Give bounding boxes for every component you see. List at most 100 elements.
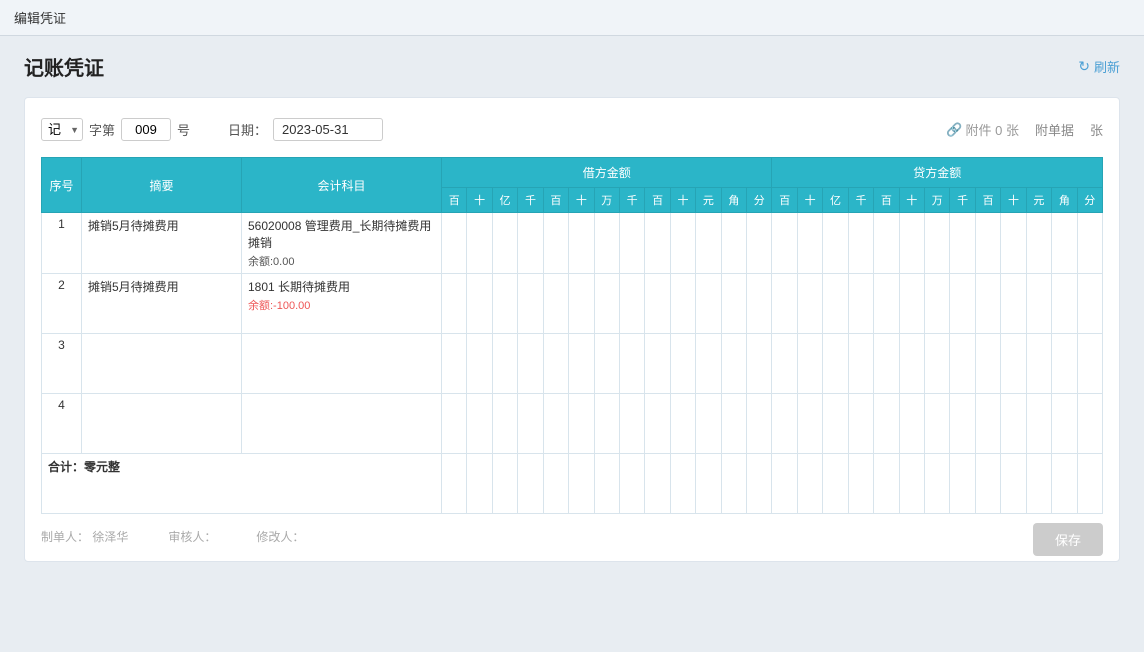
row1-c11[interactable] <box>1026 213 1051 274</box>
row2-d11[interactable] <box>696 274 721 334</box>
debit-digit-6: 十 <box>569 188 594 213</box>
row1-d5[interactable] <box>543 213 568 274</box>
save-button[interactable]: 保存 <box>1033 523 1103 556</box>
row2-d12[interactable] <box>721 274 746 334</box>
row2-d5[interactable] <box>543 274 568 334</box>
row1-d2[interactable] <box>467 213 492 274</box>
row2-c10[interactable] <box>1001 274 1026 334</box>
row2-c7[interactable] <box>925 274 950 334</box>
row1-c8[interactable] <box>950 213 975 274</box>
row4-account[interactable] <box>242 394 442 454</box>
footer-info: 制单人： 徐泽华 审核人： 修改人： <box>41 528 1103 545</box>
col-header-seq: 序号 <box>42 158 82 213</box>
row2-d7[interactable] <box>594 274 619 334</box>
row2-c9[interactable] <box>975 274 1000 334</box>
debit-digit-10: 十 <box>670 188 695 213</box>
row1-d3[interactable] <box>492 213 517 274</box>
creator-label: 制单人： <box>41 530 89 544</box>
ji-field-group: 记 字第 号 <box>41 118 190 141</box>
row2-c11[interactable] <box>1026 274 1051 334</box>
row1-d11[interactable] <box>696 213 721 274</box>
ji-select[interactable]: 记 <box>41 118 83 141</box>
refresh-icon: ↻ <box>1078 58 1090 75</box>
row2-c2[interactable] <box>797 274 822 334</box>
row2-c1[interactable] <box>772 274 797 334</box>
row4-summary[interactable] <box>82 394 242 454</box>
credit-digit-13: 分 <box>1077 188 1102 213</box>
row1-d9[interactable] <box>645 213 670 274</box>
page-title: 记账凭证 <box>24 52 104 81</box>
total-row: 合计：零元整 <box>42 454 1103 514</box>
row1-d8[interactable] <box>619 213 644 274</box>
refresh-label: 刷新 <box>1094 57 1120 76</box>
zi-input[interactable] <box>121 118 171 141</box>
total-label: 合计：零元整 <box>42 454 442 514</box>
table-row: 4 <box>42 394 1103 454</box>
table-scroll-area[interactable]: 序号 摘要 会计科目 借方金额 贷方金额 百 十 亿 千 百 十 万 <box>41 157 1103 514</box>
row1-c13[interactable] <box>1077 213 1102 274</box>
row2-d2[interactable] <box>467 274 492 334</box>
attach-link[interactable]: 🔗 附件 0 张 <box>946 120 1019 139</box>
row1-d10[interactable] <box>670 213 695 274</box>
row2-c12[interactable] <box>1052 274 1077 334</box>
row2-d9[interactable] <box>645 274 670 334</box>
credit-digit-7: 万 <box>925 188 950 213</box>
row1-c9[interactable] <box>975 213 1000 274</box>
row1-account[interactable]: 56020008 管理费用_长期待摊费用摊销 余额:0.00 <box>242 213 442 274</box>
row4-seq: 4 <box>42 394 82 454</box>
col-header-credit: 贷方金额 <box>772 158 1103 188</box>
row1-d13[interactable] <box>747 213 772 274</box>
row1-c7[interactable] <box>925 213 950 274</box>
row2-d4[interactable] <box>518 274 543 334</box>
row2-c3[interactable] <box>823 274 848 334</box>
row2-d13[interactable] <box>747 274 772 334</box>
row3-summary[interactable] <box>82 334 242 394</box>
row1-c5[interactable] <box>874 213 899 274</box>
row1-c10[interactable] <box>1001 213 1026 274</box>
row2-d3[interactable] <box>492 274 517 334</box>
debit-digit-11: 元 <box>696 188 721 213</box>
row2-c4[interactable] <box>848 274 873 334</box>
voucher-header: 记 字第 号 日期： 🔗 附件 0 张 附单据 张 <box>41 118 1103 141</box>
row2-d6[interactable] <box>569 274 594 334</box>
row1-c3[interactable] <box>823 213 848 274</box>
table-row: 1 摊销5月待摊费用 56020008 管理费用_长期待摊费用摊销 余额:0.0… <box>42 213 1103 274</box>
row3-account[interactable] <box>242 334 442 394</box>
debit-digit-2: 十 <box>467 188 492 213</box>
debit-digit-3: 亿 <box>492 188 517 213</box>
credit-digit-6: 十 <box>899 188 924 213</box>
row2-d1[interactable] <box>442 274 467 334</box>
row2-c13[interactable] <box>1077 274 1102 334</box>
refresh-button[interactable]: ↻ 刷新 <box>1078 57 1120 76</box>
row1-d6[interactable] <box>569 213 594 274</box>
row2-summary[interactable]: 摊销5月待摊费用 <box>82 274 242 334</box>
row3-seq: 3 <box>42 334 82 394</box>
debit-digit-12: 角 <box>721 188 746 213</box>
row2-c8[interactable] <box>950 274 975 334</box>
row1-summary[interactable]: 摊销5月待摊费用 <box>82 213 242 274</box>
row1-c4[interactable] <box>848 213 873 274</box>
row1-c2[interactable] <box>797 213 822 274</box>
row1-d4[interactable] <box>518 213 543 274</box>
row2-c6[interactable] <box>899 274 924 334</box>
table-row: 2 摊销5月待摊费用 1801 长期待摊费用 余额:-100.00 <box>42 274 1103 334</box>
row1-c1[interactable] <box>772 213 797 274</box>
row2-d10[interactable] <box>670 274 695 334</box>
row2-c5[interactable] <box>874 274 899 334</box>
date-input[interactable] <box>273 118 383 141</box>
row2-balance: 余额:-100.00 <box>248 297 435 313</box>
row1-d7[interactable] <box>594 213 619 274</box>
row1-c12[interactable] <box>1052 213 1077 274</box>
window-titlebar: 编辑凭证 <box>0 0 1144 36</box>
row1-d12[interactable] <box>721 213 746 274</box>
debit-digit-1: 百 <box>442 188 467 213</box>
date-field-group: 日期： <box>228 118 383 141</box>
auditor-label: 审核人： <box>168 530 216 544</box>
row1-c6[interactable] <box>899 213 924 274</box>
row2-account[interactable]: 1801 长期待摊费用 余额:-100.00 <box>242 274 442 334</box>
voucher-table: 序号 摘要 会计科目 借方金额 贷方金额 百 十 亿 千 百 十 万 <box>41 157 1103 514</box>
debit-digit-8: 千 <box>619 188 644 213</box>
row1-d1[interactable] <box>442 213 467 274</box>
ji-select-wrapper[interactable]: 记 <box>41 118 83 141</box>
row2-d8[interactable] <box>619 274 644 334</box>
